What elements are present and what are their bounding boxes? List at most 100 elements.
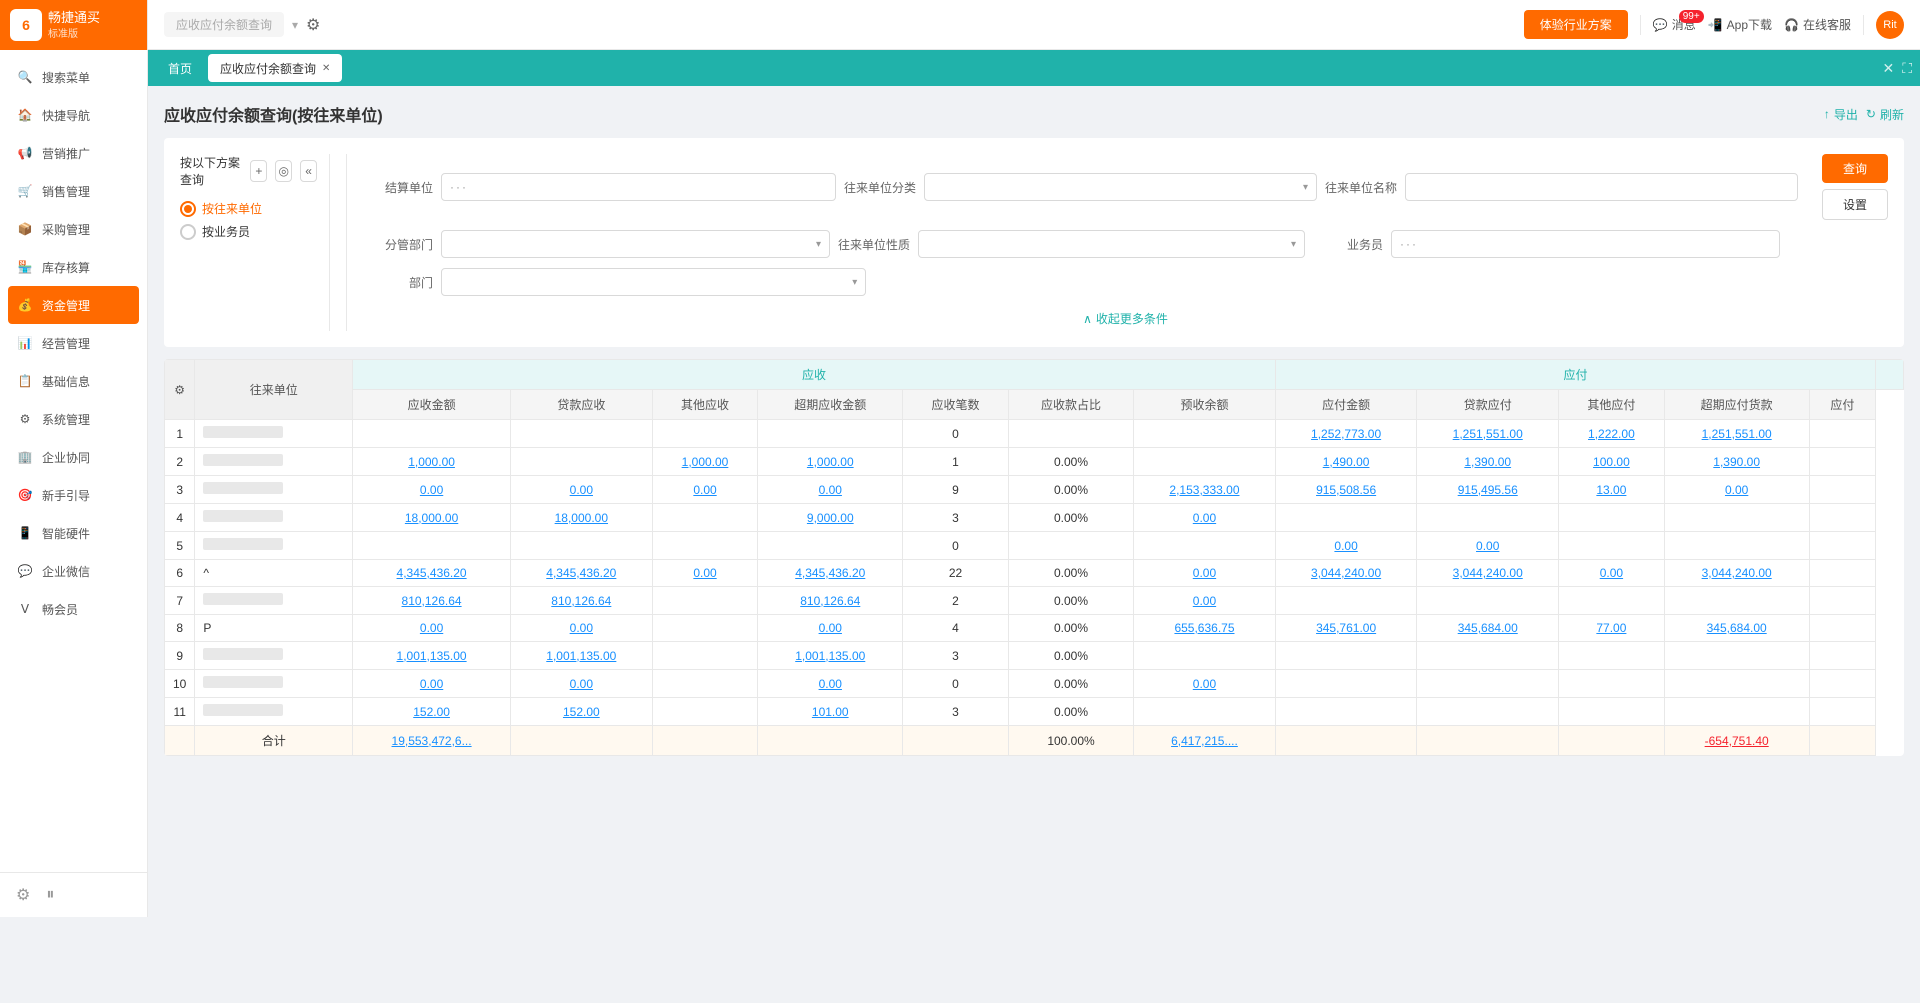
sidebar-item-label: 销售管理	[42, 183, 90, 200]
tab-close-icon[interactable]: ✕	[322, 63, 330, 74]
msg-icon: 💬	[1653, 18, 1668, 32]
filter-main-area: 按以下方案查询 + ◎ « 按往来单位 按业务员	[180, 154, 1888, 331]
filter-input-jsdw[interactable]: ···	[441, 173, 836, 201]
filter-input-ywy[interactable]: ···	[1391, 230, 1780, 258]
sidebar-item-search[interactable]: 🔍 搜索菜单	[0, 58, 147, 96]
table-row: 8P0.000.000.0040.00%655,636.75345,761.00…	[165, 615, 1904, 642]
ar-other-header: 其他应收	[652, 390, 758, 420]
ap-overdue-header: 超期应付货款	[1664, 390, 1809, 420]
scheme-item-staff[interactable]: 按业务员	[180, 223, 317, 240]
unit-cell: P	[195, 615, 353, 642]
filter-input-lwdwxz[interactable]: ▾	[918, 230, 1305, 258]
tab-home[interactable]: 首页	[156, 54, 204, 82]
filter-input-lwdwfl[interactable]: ▾	[924, 173, 1317, 201]
footer-settings-icon[interactable]: ⚙	[16, 885, 30, 905]
sidebar-item-enterprise[interactable]: 🏢 企业协同	[0, 438, 147, 476]
sidebar-item-finance[interactable]: 💰 资金管理	[8, 286, 139, 324]
data-table: ⚙ 往来单位 应收 应付 应收金额 贷款应收 其他应收 超期应收金额 应收笔数 …	[164, 359, 1904, 756]
sidebar-item-basic[interactable]: 📋 基础信息	[0, 362, 147, 400]
field-label-lwdwxz: 往来单位性质	[838, 236, 910, 253]
footer-ar-advance[interactable]: 6,417,215....	[1134, 726, 1276, 756]
sidebar-item-marketing[interactable]: 📢 营销推广	[0, 134, 147, 172]
collapse-scheme-btn[interactable]: «	[300, 160, 317, 182]
sidebar-item-label: 快捷导航	[42, 107, 90, 124]
collapse-icon: ∧	[1083, 312, 1092, 326]
sidebar-item-label: 采购管理	[42, 221, 90, 238]
field-label-jsdw: 结算单位	[363, 179, 433, 196]
filter-field-lwdwxz: 往来单位性质 ▾	[838, 230, 1305, 258]
sidebar-item-system[interactable]: ⚙ 系统管理	[0, 400, 147, 438]
solution-btn[interactable]: 体验行业方案	[1524, 10, 1628, 39]
refresh-btn[interactable]: ↻ 刷新	[1866, 106, 1904, 123]
sidebar-item-sales[interactable]: 🛒 销售管理	[0, 172, 147, 210]
export-icon: ↑	[1824, 107, 1830, 121]
query-btn[interactable]: 查询	[1822, 154, 1888, 183]
unit-cell	[195, 476, 353, 504]
breadcrumb-area: 应收应付余额查询 ▾ ⚙	[164, 12, 1512, 37]
export-btn[interactable]: ↑ 导出	[1824, 106, 1858, 123]
filter-input-bm[interactable]: ▾	[441, 268, 866, 296]
filter-input-lwdwmc[interactable]	[1405, 173, 1798, 201]
filter-field-fgbm: 分管部门 ▾	[363, 230, 830, 258]
data-table-wrapper: ⚙ 往来单位 应收 应付 应收金额 贷款应收 其他应收 超期应收金额 应收笔数 …	[164, 359, 1904, 756]
chevron-down-icon3: ▾	[1291, 239, 1296, 250]
chevron-down-icon: ▾	[1303, 182, 1308, 193]
ar-count-header: 应收笔数	[903, 390, 1009, 420]
sidebar-item-wechat[interactable]: 💬 企业微信	[0, 552, 147, 590]
sidebar-item-operation[interactable]: 📊 经营管理	[0, 324, 147, 362]
tab-close-all[interactable]: ✕	[1882, 60, 1894, 77]
filter-input-fgbm[interactable]: ▾	[441, 230, 830, 258]
inventory-icon: 🏪	[16, 258, 34, 276]
sidebar-item-member[interactable]: Ⅴ 畅会员	[0, 590, 147, 628]
set-btn[interactable]: 设置	[1822, 189, 1888, 220]
sidebar-item-guide[interactable]: 🎯 新手引导	[0, 476, 147, 514]
sidebar-item-label: 基础信息	[42, 373, 90, 390]
page-title-bar: 应收应付余额查询(按往来单位) ↑ 导出 ↻ 刷新	[164, 102, 1904, 126]
logo-area: 6 畅捷通买 标准版	[0, 0, 147, 50]
user-avatar[interactable]: Rit	[1876, 11, 1904, 39]
ar-loan-header: 贷款应收	[511, 390, 653, 420]
filter-fields-area: 结算单位 ··· 往来单位分类 ▾ 往来单位名称	[363, 154, 1888, 331]
marketing-icon: 📢	[16, 144, 34, 162]
add-scheme-btn[interactable]: +	[250, 160, 267, 182]
filter-field-ywy: 业务员 ···	[1313, 230, 1780, 258]
sidebar: 6 畅捷通买 标准版 🔍 搜索菜单 🏠 快捷导航 📢 营销推广 🛒 销售管理 📦…	[0, 0, 148, 917]
sidebar-nav: 🔍 搜索菜单 🏠 快捷导航 📢 营销推广 🛒 销售管理 📦 采购管理 🏪 库存核…	[0, 50, 147, 872]
chevron-down-icon2: ▾	[816, 239, 821, 250]
scheme-item-unit[interactable]: 按往来单位	[180, 200, 317, 217]
service-icon: 🎧	[1784, 18, 1799, 32]
tab-fullscreen[interactable]: ⛶	[1902, 60, 1912, 77]
settings-col-header[interactable]: ⚙	[165, 360, 195, 420]
online-service-btn[interactable]: 🎧 在线客服	[1784, 16, 1851, 33]
sidebar-item-label: 经营管理	[42, 335, 90, 352]
footer-ar-amount[interactable]: 19,553,472,6...	[353, 726, 511, 756]
ap-group-header: 应付	[1275, 360, 1875, 390]
unit-cell	[195, 532, 353, 560]
filter-row-3: 部门 ▾	[363, 268, 1888, 296]
sidebar-item-nav[interactable]: 🏠 快捷导航	[0, 96, 147, 134]
msg-btn[interactable]: 💬 消息 99+	[1653, 16, 1696, 33]
table-row: 418,000.0018,000.009,000.0030.00%0.00	[165, 504, 1904, 532]
table-body: 101,252,773.001,251,551.001,222.001,251,…	[165, 420, 1904, 726]
filter-label-row: 按以下方案查询 + ◎ «	[180, 154, 317, 188]
footer-ap-overdue[interactable]: -654,751.40	[1664, 726, 1809, 756]
header-gear[interactable]: ⚙	[306, 15, 320, 35]
target-scheme-btn[interactable]: ◎	[275, 160, 292, 182]
footer-collapse-icon[interactable]: ⏸	[46, 886, 54, 904]
tab-query[interactable]: 应收应付余额查询 ✕	[208, 54, 342, 82]
finance-icon: 💰	[16, 296, 34, 314]
ar-group-header: 应收	[353, 360, 1276, 390]
filter-divider	[346, 154, 347, 331]
unit-cell	[195, 698, 353, 726]
guide-icon: 🎯	[16, 486, 34, 504]
sidebar-item-hardware[interactable]: 📱 智能硬件	[0, 514, 147, 552]
msg-badge: 99+	[1679, 10, 1704, 23]
collapse-btn[interactable]: ∧ 收起更多条件	[363, 306, 1888, 331]
app-download-btn[interactable]: 📲 App下载	[1708, 16, 1772, 33]
sidebar-item-purchase[interactable]: 📦 采购管理	[0, 210, 147, 248]
table-row: 6^4,345,436.204,345,436.200.004,345,436.…	[165, 560, 1904, 587]
sidebar-item-label: 企业协同	[42, 449, 90, 466]
filter-field-lwdwfl: 往来单位分类 ▾	[844, 173, 1317, 201]
table-footer: 合计 19,553,472,6... 100.00% 6,417,215....…	[165, 726, 1904, 756]
sidebar-item-inventory[interactable]: 🏪 库存核算	[0, 248, 147, 286]
